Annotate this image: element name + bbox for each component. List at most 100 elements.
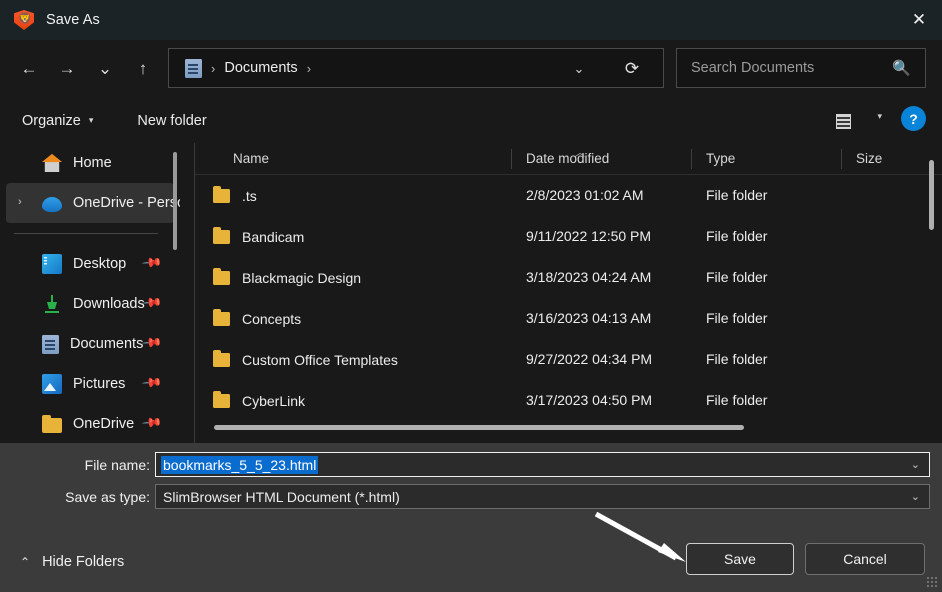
- chevron-down-icon[interactable]: ⌄: [911, 458, 920, 471]
- save-as-type-value: SlimBrowser HTML Document (*.html): [163, 488, 400, 505]
- table-row[interactable]: Custom Office Templates 9/27/2022 04:34 …: [195, 339, 942, 380]
- hide-folders-button[interactable]: ⌃ Hide Folders: [14, 550, 130, 574]
- folder-icon: [213, 390, 230, 408]
- sidebar-divider: [14, 233, 158, 234]
- pin-icon: 📌: [141, 251, 164, 274]
- desktop-icon: [42, 254, 62, 274]
- sidebar-item-desktop[interactable]: Desktop 📌: [6, 244, 174, 284]
- file-name: Blackmagic Design: [242, 269, 362, 286]
- sidebar-item-documents[interactable]: Documents 📌: [6, 324, 174, 364]
- folder-icon: [213, 267, 230, 285]
- sidebar-item-home[interactable]: Home: [6, 143, 174, 183]
- table-row[interactable]: Concepts 3/16/2023 04:13 AM File folder: [195, 298, 942, 339]
- column-label: Size: [856, 151, 883, 166]
- file-type: File folder: [706, 186, 768, 203]
- cloud-icon: [42, 197, 62, 212]
- file-name: Custom Office Templates: [242, 351, 398, 368]
- column-label: Date modified: [526, 151, 610, 166]
- sidebar-item-onedrive[interactable]: OneDrive 📌: [6, 404, 174, 443]
- chevron-down-icon: ▾: [88, 115, 94, 125]
- search-icon[interactable]: 🔍: [892, 59, 911, 77]
- file-date: 3/16/2023 04:13 AM: [526, 309, 652, 326]
- file-date: 2/8/2023 01:02 AM: [526, 186, 644, 203]
- list-view-icon[interactable]: [828, 108, 858, 134]
- column-header-size[interactable]: Size: [842, 143, 932, 175]
- table-row[interactable]: .ts 2/8/2023 01:02 AM File folder: [195, 175, 942, 216]
- brave-lion-icon: 🦁: [14, 10, 34, 30]
- sidebar-item-label: Desktop: [73, 256, 127, 272]
- file-date: 3/17/2023 04:50 PM: [526, 391, 653, 408]
- save-as-type-label: Save as type:: [65, 489, 150, 505]
- refresh-icon[interactable]: ⟳: [615, 55, 649, 83]
- title-bar: 🦁 Save As ✕: [0, 0, 942, 40]
- file-name-label: File name:: [84, 457, 150, 473]
- address-dropdown-icon[interactable]: ⌄: [561, 57, 597, 81]
- breadcrumb-separator: ›: [211, 60, 216, 76]
- pin-icon: 📌: [141, 371, 164, 394]
- recent-locations-icon[interactable]: ⌄: [86, 50, 124, 88]
- close-icon[interactable]: ✕: [896, 0, 942, 40]
- file-list: Name Date modified Type Size ︿ .ts 2/8/2…: [195, 143, 942, 443]
- file-name-value[interactable]: bookmarks_5_5_23.html: [161, 455, 319, 474]
- file-type: File folder: [706, 268, 768, 285]
- pictures-icon: [42, 374, 62, 394]
- cancel-button[interactable]: Cancel: [805, 543, 925, 575]
- sidebar-item-label: Documents: [70, 336, 144, 352]
- save-as-dialog: 🦁 Save As ✕ ← → ⌄ ↑ › Documents › ⌄ ⟳ 🔍 …: [0, 0, 942, 592]
- file-type: File folder: [706, 391, 768, 408]
- organize-button[interactable]: Organize ▾: [16, 108, 99, 134]
- save-button[interactable]: Save: [686, 543, 794, 575]
- table-row[interactable]: Blackmagic Design 3/18/2023 04:24 AM Fil…: [195, 257, 942, 298]
- column-header-date-modified[interactable]: Date modified: [512, 143, 692, 175]
- sidebar-scrollbar[interactable]: [173, 152, 177, 250]
- column-label: Type: [706, 151, 736, 166]
- column-header-name[interactable]: Name: [195, 143, 512, 175]
- sort-ascending-icon: ︿: [575, 148, 585, 159]
- documents-icon: [185, 58, 202, 78]
- folder-icon: [213, 185, 230, 203]
- column-header-type[interactable]: Type: [692, 143, 842, 175]
- file-type: File folder: [706, 227, 768, 244]
- chevron-right-icon[interactable]: ›: [18, 196, 22, 208]
- breadcrumb-separator-trailing: ›: [306, 60, 312, 76]
- resize-grip[interactable]: [926, 576, 938, 588]
- folder-icon: [213, 308, 230, 326]
- sidebar-item-onedrive-personal[interactable]: › OneDrive - Perso: [6, 183, 180, 223]
- window-title: Save As: [46, 12, 100, 28]
- file-name: .ts: [242, 187, 257, 204]
- forward-icon[interactable]: →: [48, 50, 86, 88]
- back-icon[interactable]: ←: [10, 50, 48, 88]
- column-header-row: Name Date modified Type Size ︿: [195, 143, 942, 175]
- table-row[interactable]: CyberLink 3/17/2023 04:50 PM File folder: [195, 380, 942, 421]
- search-box[interactable]: 🔍: [676, 48, 926, 88]
- file-name: Concepts: [242, 310, 302, 327]
- help-button[interactable]: ?: [901, 106, 926, 131]
- up-icon[interactable]: ↑: [124, 50, 162, 88]
- sidebar-item-label: Home: [73, 155, 112, 171]
- pin-icon: 📌: [141, 331, 164, 354]
- table-row[interactable]: Bandicam 9/11/2022 12:50 PM File folder: [195, 216, 942, 257]
- file-list-vertical-scrollbar[interactable]: [929, 160, 934, 230]
- file-list-horizontal-scrollbar[interactable]: [214, 425, 744, 430]
- file-date: 3/18/2023 04:24 AM: [526, 268, 652, 285]
- navigation-pane: Home › OneDrive - Perso Desktop 📌 Downlo…: [0, 143, 180, 443]
- sidebar-item-label: Downloads: [73, 296, 145, 312]
- sidebar-item-downloads[interactable]: Downloads 📌: [6, 284, 174, 324]
- view-chevron-down-icon[interactable]: ▾: [877, 111, 882, 122]
- chevron-down-icon[interactable]: ⌄: [911, 490, 920, 503]
- file-name-input[interactable]: bookmarks_5_5_23.html ⌄: [155, 452, 930, 477]
- search-input[interactable]: [691, 60, 893, 76]
- file-type: File folder: [706, 309, 768, 326]
- file-name: CyberLink: [242, 392, 306, 409]
- save-as-type-select[interactable]: SlimBrowser HTML Document (*.html) ⌄: [155, 484, 930, 509]
- sidebar-item-label: OneDrive: [73, 416, 135, 432]
- address-bar[interactable]: › Documents › ⌄ ⟳: [168, 48, 664, 88]
- file-name: Bandicam: [242, 228, 305, 245]
- breadcrumb-documents[interactable]: Documents: [224, 60, 297, 76]
- new-folder-button[interactable]: New folder: [131, 108, 212, 134]
- folder-icon: [213, 349, 230, 367]
- file-date: 9/27/2022 04:34 PM: [526, 350, 653, 367]
- sidebar-item-pictures[interactable]: Pictures 📌: [6, 364, 174, 404]
- file-date: 9/11/2022 12:50 PM: [526, 227, 652, 244]
- folder-icon: [213, 226, 230, 244]
